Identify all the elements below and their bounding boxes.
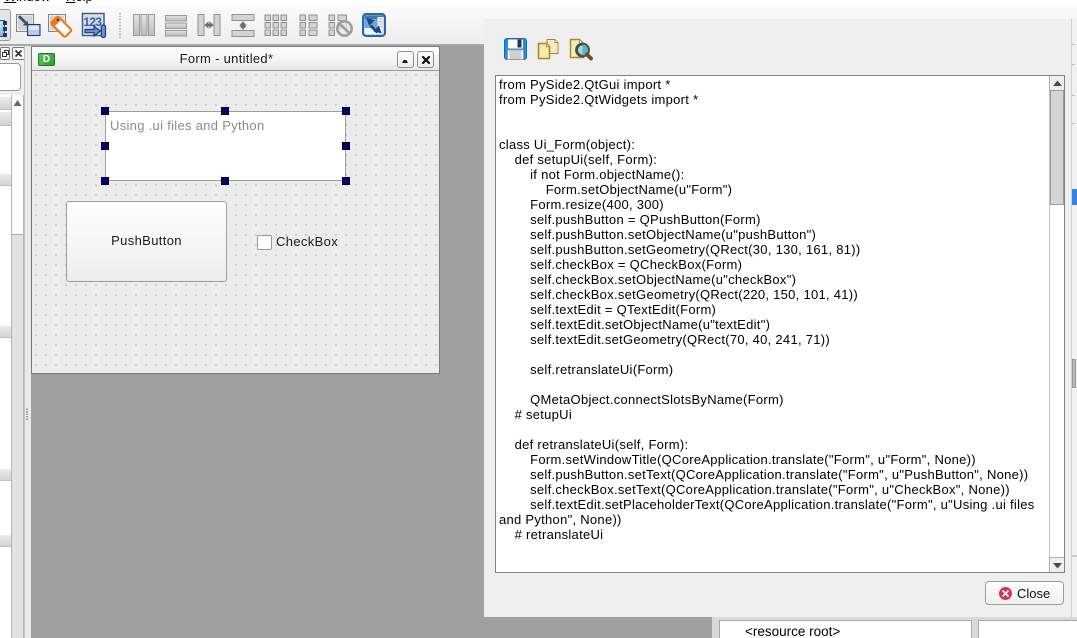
svg-text:123: 123 [83,15,102,29]
